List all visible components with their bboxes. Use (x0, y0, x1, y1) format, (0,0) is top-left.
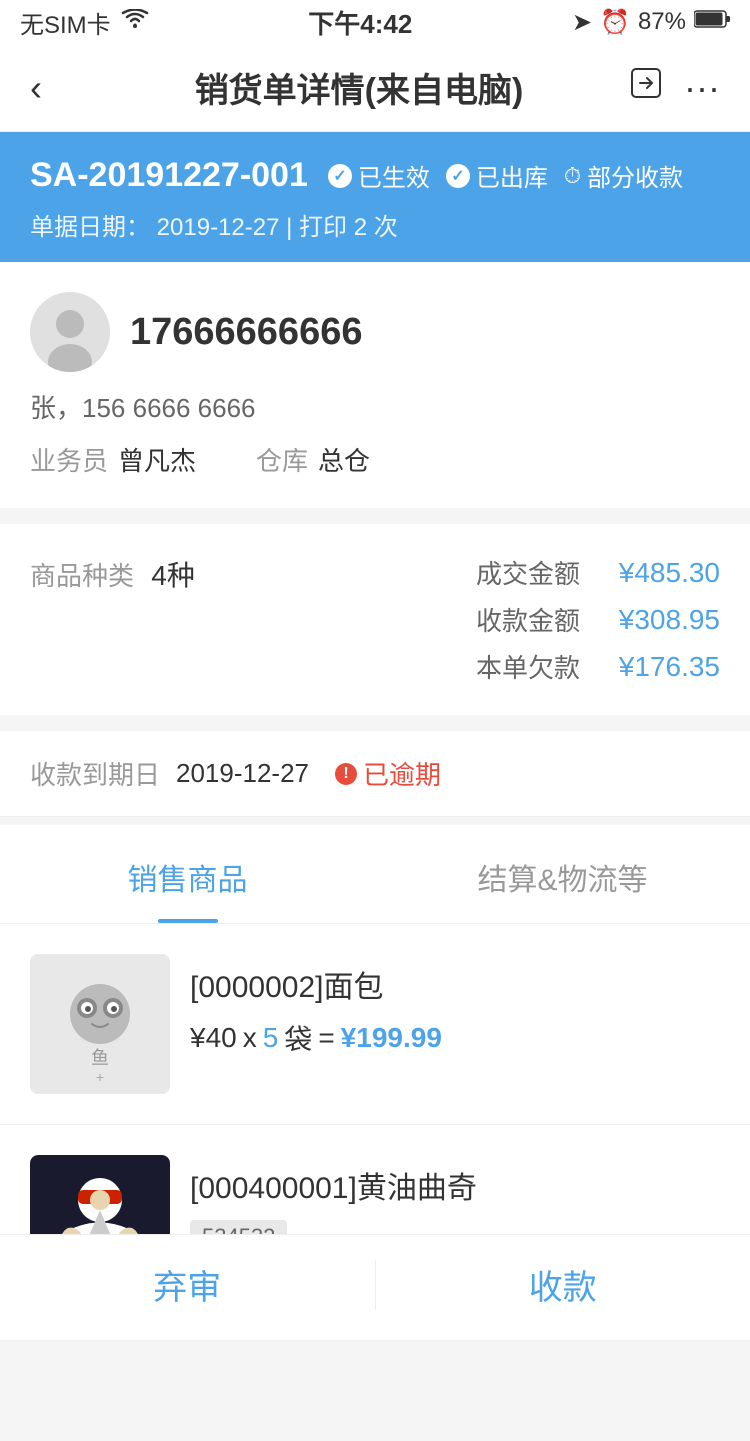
more-button[interactable]: ··· (684, 67, 720, 109)
product-item: 鱼 + [0000002]面包 ¥40 x 5 袋 = ¥199.99 (0, 924, 750, 1125)
overdue-icon: ! (335, 763, 357, 785)
amount-row: 成交金额 ¥485.30 (476, 554, 720, 591)
svg-text:鱼: 鱼 (91, 1048, 109, 1068)
product-name-2: [000400001]黄油曲奇 (190, 1163, 720, 1207)
location-icon: ➤ (572, 8, 592, 37)
product-image-1: 鱼 + (30, 954, 170, 1094)
status-time: 下午4:42 (308, 4, 412, 41)
badge-shipped: ✓ 已出库 (446, 158, 548, 193)
status-bar: 无SIM卡 下午4:42 ➤ ⏰ 87% (0, 0, 750, 44)
nav-bar: ‹ 销货单详情(来自电脑) ··· (0, 44, 750, 132)
salesperson-item: 业务员 曾凡杰 (30, 441, 196, 478)
warehouse-item: 仓库 总仓 (256, 441, 370, 478)
check-icon-active: ✓ (328, 164, 352, 188)
avatar (30, 292, 110, 372)
alarm-icon: ⏰ (600, 8, 630, 37)
summary-left: 商品种类 4种 (30, 554, 195, 594)
due-section: 收款到期日 2019-12-27 ! 已逾期 (0, 731, 750, 817)
status-left: 无SIM卡 (20, 5, 149, 40)
order-id: SA-20191227-001 (30, 156, 308, 195)
battery-icon (694, 8, 730, 36)
summary-right: 成交金额 ¥485.30 收款金额 ¥308.95 本单欠款 ¥176.35 (476, 554, 720, 685)
bottom-bar: 弃审 收款 (0, 1234, 750, 1334)
product-name-1: [0000002]面包 (190, 962, 720, 1006)
owed-row: 本单欠款 ¥176.35 (476, 648, 720, 685)
summary-section: 商品种类 4种 成交金额 ¥485.30 收款金额 ¥308.95 本单欠款 ¥… (0, 524, 750, 715)
status-right: ➤ ⏰ 87% (572, 8, 730, 37)
customer-name: 张，156 6666 6666 (30, 388, 720, 425)
customer-id: 17666666666 (130, 311, 362, 354)
check-icon-shipped: ✓ (446, 164, 470, 188)
customer-section: 17666666666 张，156 6666 6666 业务员 曾凡杰 仓库 总… (0, 262, 750, 508)
overdue-badge: ! 已逾期 (335, 755, 441, 792)
tab-settlement[interactable]: 结算&物流等 (375, 825, 750, 923)
badge-active: ✓ 已生效 (328, 158, 430, 193)
share-button[interactable] (628, 65, 664, 110)
page-title: 销货单详情(来自电脑) (195, 63, 524, 112)
svg-text:+: + (96, 1069, 104, 1085)
status-badges: ✓ 已生效 ✓ 已出库 ⏱ 部分收款 (328, 158, 683, 193)
received-row: 收款金额 ¥308.95 (476, 601, 720, 638)
nav-actions: ··· (628, 65, 720, 110)
product-price-row-1: ¥40 x 5 袋 = ¥199.99 (190, 1018, 720, 1058)
signal-text: 无SIM卡 (20, 5, 111, 40)
customer-meta: 业务员 曾凡杰 仓库 总仓 (30, 441, 720, 478)
product-info-1: [0000002]面包 ¥40 x 5 袋 = ¥199.99 (190, 954, 720, 1058)
badge-partial: ⏱ 部分收款 (564, 158, 683, 193)
confirm-button[interactable]: 收款 (376, 1235, 750, 1334)
order-date-row: 单据日期： 2019-12-27 | 打印 2 次 (30, 207, 720, 242)
back-button[interactable]: ‹ (30, 67, 90, 109)
wifi-icon (121, 8, 149, 36)
battery-text: 87% (638, 8, 686, 36)
order-header: SA-20191227-001 ✓ 已生效 ✓ 已出库 ⏱ 部分收款 单据日期：… (0, 132, 750, 262)
cancel-button[interactable]: 弃审 (0, 1235, 375, 1334)
tab-products[interactable]: 销售商品 (0, 825, 375, 923)
tabs-header: 销售商品 结算&物流等 (0, 825, 750, 924)
clock-icon: ⏱ (564, 163, 581, 189)
